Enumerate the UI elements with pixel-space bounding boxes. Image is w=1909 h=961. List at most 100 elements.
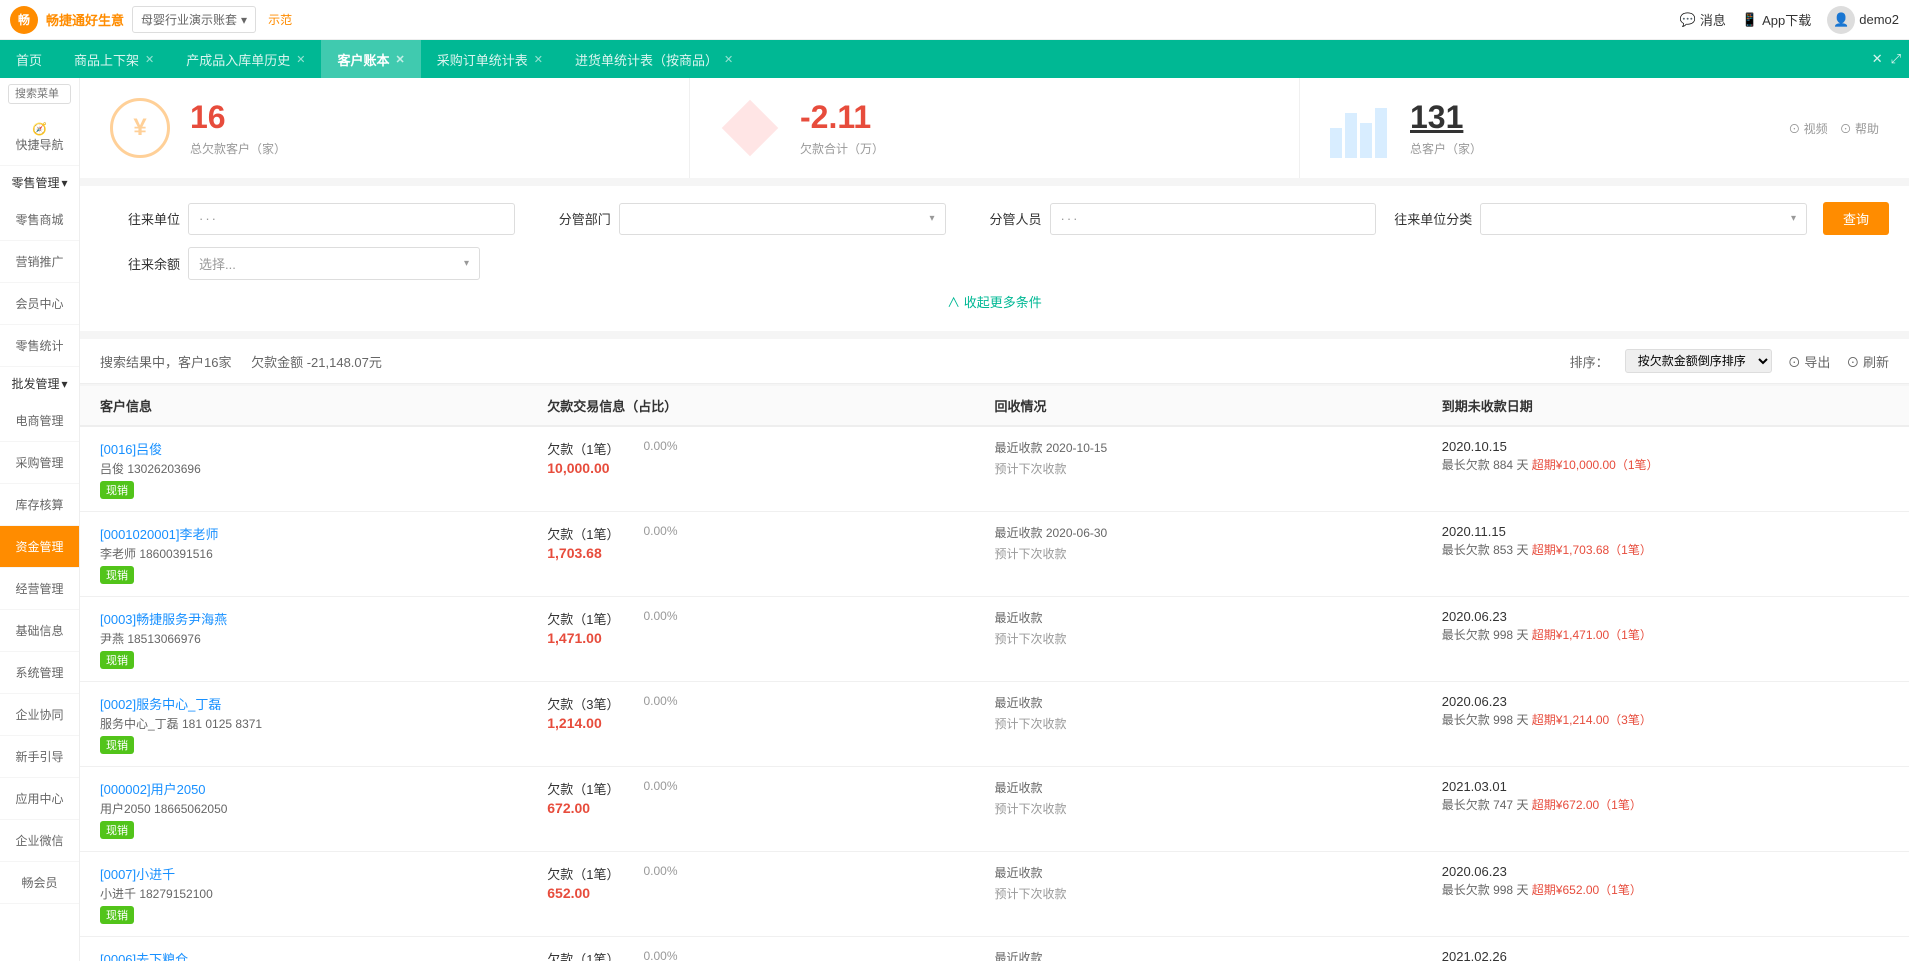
recovery-cell: 最近收款 预计下次收款: [995, 609, 1442, 647]
store-selector[interactable]: 母婴行业演示账套 ▾: [132, 6, 256, 33]
filter-area: 往来单位 ··· 分管部门 ▾ 分管人员 ···: [80, 186, 1909, 331]
result-actions: 排序： 按欠款金额倒序排序按欠款金额正序排序 ⊙ 导出 ⊙ 刷新: [1570, 349, 1889, 373]
export-button[interactable]: ⊙ 导出: [1788, 352, 1831, 371]
table-row: [0006]去下粮仓 陈小帅 现销 欠款（1笔） 455.90 0.00% 最近…: [80, 937, 1909, 961]
sidebar-item-ecommerce[interactable]: 电商管理: [0, 400, 79, 442]
sidebar-item-new-guide[interactable]: 新手引导: [0, 736, 79, 778]
overdue-link[interactable]: 超期¥10,000.00（1笔）: [1532, 458, 1659, 472]
query-button[interactable]: 查询: [1823, 202, 1889, 235]
sidebar-item-member[interactable]: 会员中心: [0, 283, 79, 325]
customer-name-link[interactable]: [000002]用户2050: [100, 782, 206, 797]
tab-customer[interactable]: 客户账本 ✕: [321, 40, 420, 78]
refresh-button[interactable]: ⊙ 刷新: [1846, 352, 1889, 371]
customer-name-link[interactable]: [0007]小进千: [100, 867, 175, 882]
tab-close-icon[interactable]: ✕: [396, 53, 405, 66]
sidebar-item-member-vip[interactable]: 畅会员: [0, 862, 79, 904]
customer-tag: 现销: [100, 481, 134, 499]
filter-source-unit: 往来单位 ···: [100, 203, 515, 235]
debt-count: 欠款（1笔）: [547, 949, 619, 961]
next-pay: 预计下次收款: [995, 545, 1442, 562]
sidebar-item-retail-mgmt[interactable]: 零售管理 ▾: [0, 166, 79, 199]
collapse-filters-button[interactable]: ∧ 收起更多条件: [100, 288, 1889, 315]
tab-goods[interactable]: 商品上下架 ✕: [58, 40, 170, 78]
manager-input[interactable]: ···: [1050, 203, 1377, 235]
sidebar-item-app-center[interactable]: 应用中心: [0, 778, 79, 820]
sidebar-item-retail-stats[interactable]: 零售统计: [0, 325, 79, 367]
app-download-button[interactable]: 📱 App下载: [1742, 10, 1811, 29]
yuan-icon: ¥: [110, 98, 170, 158]
sort-select[interactable]: 按欠款金额倒序排序按欠款金额正序排序: [1625, 349, 1772, 373]
overdue-link[interactable]: 超期¥1,703.68（1笔）: [1532, 543, 1652, 557]
customer-info-cell: [0006]去下粮仓 陈小帅 现销: [100, 949, 547, 961]
overdue-days: 最长欠款 884 天 超期¥10,000.00（1笔）: [1442, 456, 1889, 473]
tab-purchase-order[interactable]: 采购订单统计表 ✕: [421, 40, 559, 78]
next-pay: 预计下次收款: [995, 460, 1442, 477]
avatar-icon: 👤: [1827, 6, 1855, 34]
customer-info-cell: [0016]吕俊 吕俊 13026203696 现销: [100, 439, 547, 499]
filter-dept: 分管部门 ▾: [531, 203, 946, 235]
debt-info-cell: 欠款（1笔） 672.00 0.00%: [547, 779, 994, 816]
customer-name-link[interactable]: [0003]畅捷服务尹海燕: [100, 612, 227, 627]
customer-name-link[interactable]: [0002]服务中心_丁磊: [100, 697, 221, 712]
sidebar-item-system[interactable]: 系统管理: [0, 652, 79, 694]
sidebar-item-marketing[interactable]: 营销推广: [0, 241, 79, 283]
debt-amount: 1,703.68: [547, 545, 619, 561]
search-input[interactable]: [8, 84, 71, 104]
user-avatar[interactable]: 👤 demo2: [1827, 6, 1899, 34]
dots-icon: ···: [1061, 211, 1080, 226]
dept-select[interactable]: ▾: [619, 203, 946, 235]
tab-close-icon[interactable]: ✕: [724, 53, 733, 66]
customer-info-cell: [000002]用户2050 用户2050 18665062050 现销: [100, 779, 547, 839]
message-button[interactable]: 💬 消息: [1680, 10, 1726, 29]
tab-close-icon[interactable]: ✕: [145, 53, 154, 66]
customer-name-link[interactable]: [0001020001]李老师: [100, 527, 219, 542]
debt-info-cell: 欠款（1笔） 652.00 0.00%: [547, 864, 994, 901]
overdue-days: 最长欠款 747 天 超期¥672.00（1笔）: [1442, 796, 1889, 813]
tab-close-icon[interactable]: ✕: [296, 53, 305, 66]
sidebar-item-purchase[interactable]: 采购管理: [0, 442, 79, 484]
overdue-link[interactable]: 超期¥652.00（1笔）: [1532, 883, 1642, 897]
filter-label-manager: 分管人员: [962, 209, 1042, 228]
filter-label-balance: 往来余额: [100, 254, 180, 273]
tab-instock-stats[interactable]: 进货单统计表（按商品） ✕: [559, 40, 749, 78]
sidebar-item-finance[interactable]: 资金管理: [0, 526, 79, 568]
chevron-down-icon: ▾: [61, 176, 67, 190]
help-btn[interactable]: ⊙ 帮助: [1840, 120, 1879, 137]
sidebar-item-basic-info[interactable]: 基础信息: [0, 610, 79, 652]
sidebar-item-inventory[interactable]: 库存核算: [0, 484, 79, 526]
filter-row-1: 往来单位 ··· 分管部门 ▾ 分管人员 ···: [100, 202, 1889, 235]
overdue-link[interactable]: 超期¥1,214.00（3笔）: [1532, 713, 1652, 727]
stat-card-actions: ⊙ 视频 ⊙ 帮助: [1788, 120, 1879, 137]
overdue-link[interactable]: 超期¥672.00（1笔）: [1532, 798, 1642, 812]
customer-phone: 小进千 18279152100: [100, 885, 547, 902]
stat-card-total-customers: 131 总客户（家） ⊙ 视频 ⊙ 帮助: [1300, 78, 1909, 178]
nav-maximize-icon[interactable]: ⤢: [1891, 51, 1901, 67]
next-pay: 预计下次收款: [995, 630, 1442, 647]
recovery-cell: 最近收款 预计下次收款: [995, 949, 1442, 961]
top-bar: 畅 畅捷通好生意 母婴行业演示账套 ▾ 示范 💬 消息 📱 App下载 👤 de…: [0, 0, 1909, 40]
sidebar-item-batch-mgmt[interactable]: 批发管理 ▾: [0, 367, 79, 400]
sidebar-item-retail-mall[interactable]: 零售商城: [0, 199, 79, 241]
col-header-recovery: 回收情况: [995, 396, 1442, 415]
video-help-btn[interactable]: ⊙ 视频: [1788, 120, 1827, 137]
tab-close-icon[interactable]: ✕: [534, 53, 543, 66]
sidebar-item-ops[interactable]: 经营管理: [0, 568, 79, 610]
debt-amount: 652.00: [547, 885, 619, 901]
nav-close-all-icon[interactable]: ✕: [1872, 51, 1883, 67]
unit-category-select[interactable]: ▾: [1480, 203, 1807, 235]
debt-ratio: 0.00%: [643, 439, 677, 453]
debt-count: 欠款（1笔）: [547, 524, 619, 543]
customer-name-link[interactable]: [0016]吕俊: [100, 442, 162, 457]
customer-name-link[interactable]: [0006]去下粮仓: [100, 952, 188, 961]
sidebar-item-enterprise[interactable]: 企业协同: [0, 694, 79, 736]
tab-produce[interactable]: 产成品入库单历史 ✕: [170, 40, 321, 78]
source-unit-input[interactable]: ···: [188, 203, 515, 235]
customer-phone: 用户2050 18665062050: [100, 800, 547, 817]
overdue-days: 最长欠款 998 天 超期¥652.00（1笔）: [1442, 881, 1889, 898]
sidebar-item-quick-nav[interactable]: 🧭 快捷导航: [0, 110, 79, 166]
debt-amount: 10,000.00: [547, 460, 619, 476]
overdue-link[interactable]: 超期¥1,471.00（1笔）: [1532, 628, 1652, 642]
balance-select[interactable]: 选择... ▾: [188, 247, 480, 280]
tab-home[interactable]: 首页: [0, 40, 58, 78]
sidebar-item-enterprise-wechat[interactable]: 企业微信: [0, 820, 79, 862]
